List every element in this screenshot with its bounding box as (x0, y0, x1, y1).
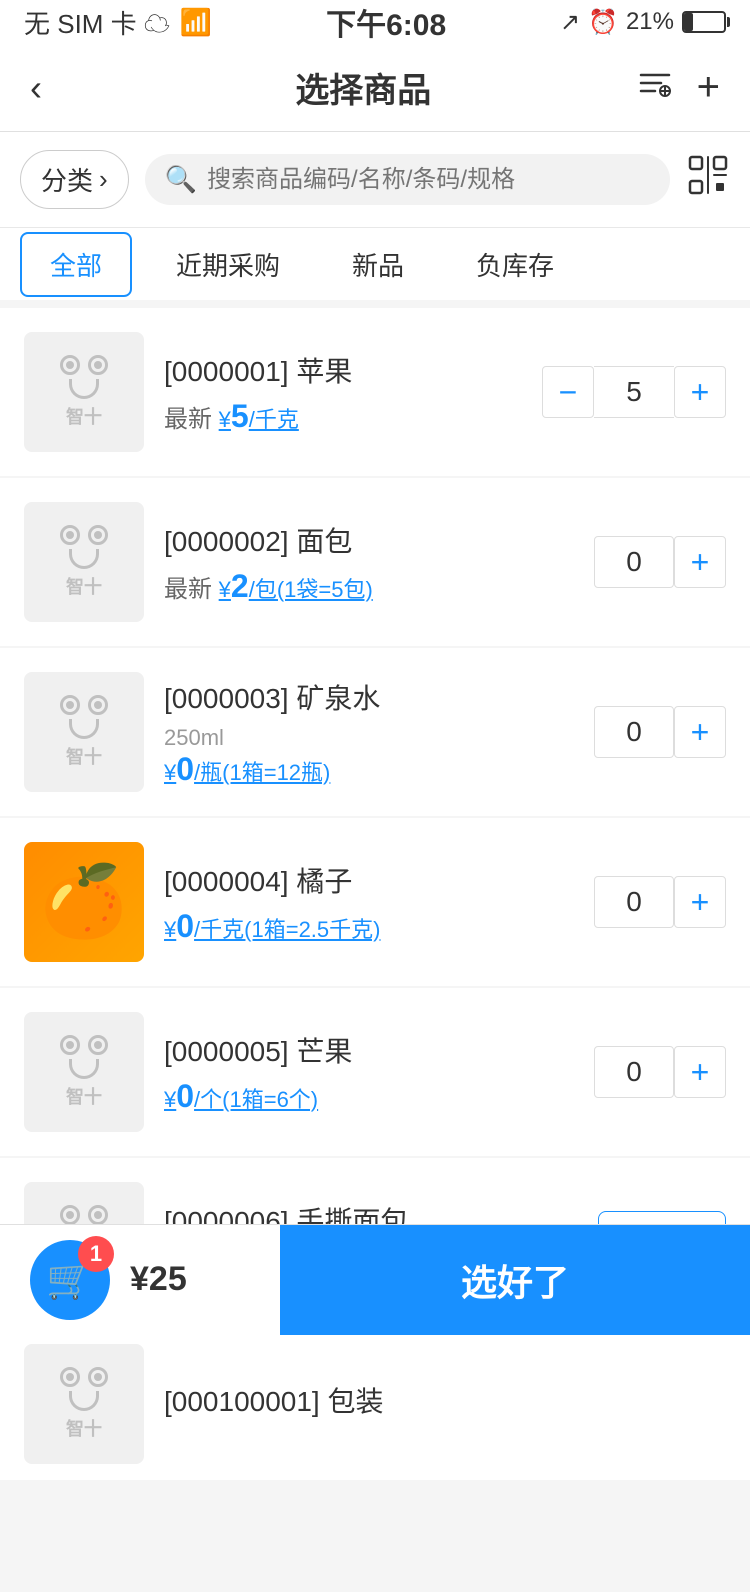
search-input[interactable] (207, 166, 650, 194)
product-spec-3: 250ml (164, 725, 574, 751)
product-image-7: 智十 (24, 1344, 144, 1464)
list-item: 🍊 [0000004] 橘子 ¥0/千克(1箱=2.5千克) + (0, 818, 750, 986)
search-icon: 🔍 (165, 164, 197, 195)
product-price-4: ¥0/千克(1箱=2.5千克) (164, 908, 574, 945)
nav-bar: ‹ 选择商品 + (0, 44, 750, 132)
product-image-3: 智十 (24, 672, 144, 792)
product-image-4: 🍊 (24, 842, 144, 962)
product-name-5: [0000005] 芒果 (164, 1030, 574, 1070)
list-item: 智十 [000100001] 包装 (0, 1328, 750, 1480)
qty-input-5[interactable] (594, 1046, 674, 1098)
nav-actions: + (637, 65, 720, 110)
page-title: 选择商品 (295, 63, 431, 112)
qty-input-1[interactable] (594, 366, 674, 418)
qty-input-2[interactable] (594, 536, 674, 588)
status-bar: 无 SIM 卡 ☁ 📶 下午6:08 ↗ ⏰ 21% (0, 0, 750, 44)
product-image-5: 智十 (24, 1012, 144, 1132)
qty-plus-button-1[interactable]: + (674, 366, 726, 418)
tab-recent[interactable]: 近期采购 (148, 234, 308, 295)
filter-bar: 分类 › 🔍 (0, 132, 750, 228)
product-image-1: 智十 (24, 332, 144, 452)
product-price-1: 最新 ¥5/千克 (164, 398, 522, 435)
product-info-4: [0000004] 橘子 ¥0/千克(1箱=2.5千克) (144, 860, 594, 945)
product-info-3: [0000003] 矿泉水 250ml ¥0/瓶(1箱=12瓶) (144, 677, 594, 788)
search-box: 🔍 (145, 154, 670, 205)
qty-plus-button-2[interactable]: + (674, 536, 726, 588)
product-info-2: [0000002] 面包 最新 ¥2/包(1袋=5包) (144, 520, 594, 605)
add-button[interactable]: + (697, 65, 720, 110)
confirm-button[interactable]: 选好了 (280, 1225, 750, 1335)
qty-input-3[interactable] (594, 706, 674, 758)
cart-badge: 1 (78, 1236, 114, 1272)
product-name-4: [0000004] 橘子 (164, 860, 574, 900)
product-name-1: [0000001] 苹果 (164, 350, 522, 390)
product-price-2: 最新 ¥2/包(1袋=5包) (164, 568, 574, 605)
status-left: 无 SIM 卡 ☁ 📶 (24, 4, 212, 41)
list-item: 智十 [0000002] 面包 最新 ¥2/包(1袋=5包) + (0, 478, 750, 646)
cart-section: 🛒 1 ¥25 (0, 1240, 280, 1320)
product-image-2: 智十 (24, 502, 144, 622)
category-button[interactable]: 分类 › (20, 150, 129, 209)
product-name-7: [000100001] 包装 (164, 1380, 706, 1420)
product-name-3: [0000003] 矿泉水 (164, 677, 574, 717)
tab-new[interactable]: 新品 (324, 234, 432, 295)
quantity-control-1: − + (542, 366, 726, 418)
scan-icon[interactable] (686, 153, 730, 206)
qty-plus-button-3[interactable]: + (674, 706, 726, 758)
product-info-7: [000100001] 包装 (144, 1380, 726, 1428)
qty-plus-button-4[interactable]: + (674, 876, 726, 928)
product-price-3: ¥0/瓶(1箱=12瓶) (164, 751, 574, 788)
tabs-bar: 全部 近期采购 新品 负库存 (0, 228, 750, 308)
status-time: 下午6:08 (326, 0, 446, 44)
wifi-icon: 📶 (180, 7, 212, 38)
qty-minus-button-1[interactable]: − (542, 366, 594, 418)
product-price-5: ¥0/个(1箱=6个) (164, 1078, 574, 1115)
filter-icon[interactable] (637, 65, 673, 110)
cart-button[interactable]: 🛒 1 (30, 1240, 110, 1320)
product-info-5: [0000005] 芒果 ¥0/个(1箱=6个) (144, 1030, 594, 1115)
battery-percent: 21% (626, 8, 674, 36)
tab-neg[interactable]: 负库存 (448, 234, 582, 295)
back-button[interactable]: ‹ (30, 67, 90, 109)
product-list: 智十 [0000001] 苹果 最新 ¥5/千克 − + 智十 (0, 308, 750, 1592)
qty-input-4[interactable] (594, 876, 674, 928)
sim-label: 无 SIM 卡 ☁ (24, 4, 170, 41)
product-name-2: [0000002] 面包 (164, 520, 574, 560)
category-arrow-icon: › (99, 164, 108, 195)
qty-plus-button-5[interactable]: + (674, 1046, 726, 1098)
category-label: 分类 (41, 161, 93, 198)
quantity-control-5: + (594, 1046, 726, 1098)
tab-all[interactable]: 全部 (20, 232, 132, 297)
list-item: 智十 [0000001] 苹果 最新 ¥5/千克 − + (0, 308, 750, 476)
quantity-control-4: + (594, 876, 726, 928)
battery-icon (682, 11, 726, 33)
status-right: ↗ ⏰ 21% (560, 8, 726, 37)
list-item: 智十 [0000005] 芒果 ¥0/个(1箱=6个) + (0, 988, 750, 1156)
bottom-bar: 🛒 1 ¥25 选好了 (0, 1224, 750, 1334)
product-info-1: [0000001] 苹果 最新 ¥5/千克 (144, 350, 542, 435)
quantity-control-2: + (594, 536, 726, 588)
location-icon: ↗ (560, 8, 580, 37)
alarm-icon: ⏰ (588, 8, 618, 37)
quantity-control-3: + (594, 706, 726, 758)
cart-total: ¥25 (130, 1260, 187, 1299)
list-item: 智十 [0000003] 矿泉水 250ml ¥0/瓶(1箱=12瓶) + (0, 648, 750, 816)
